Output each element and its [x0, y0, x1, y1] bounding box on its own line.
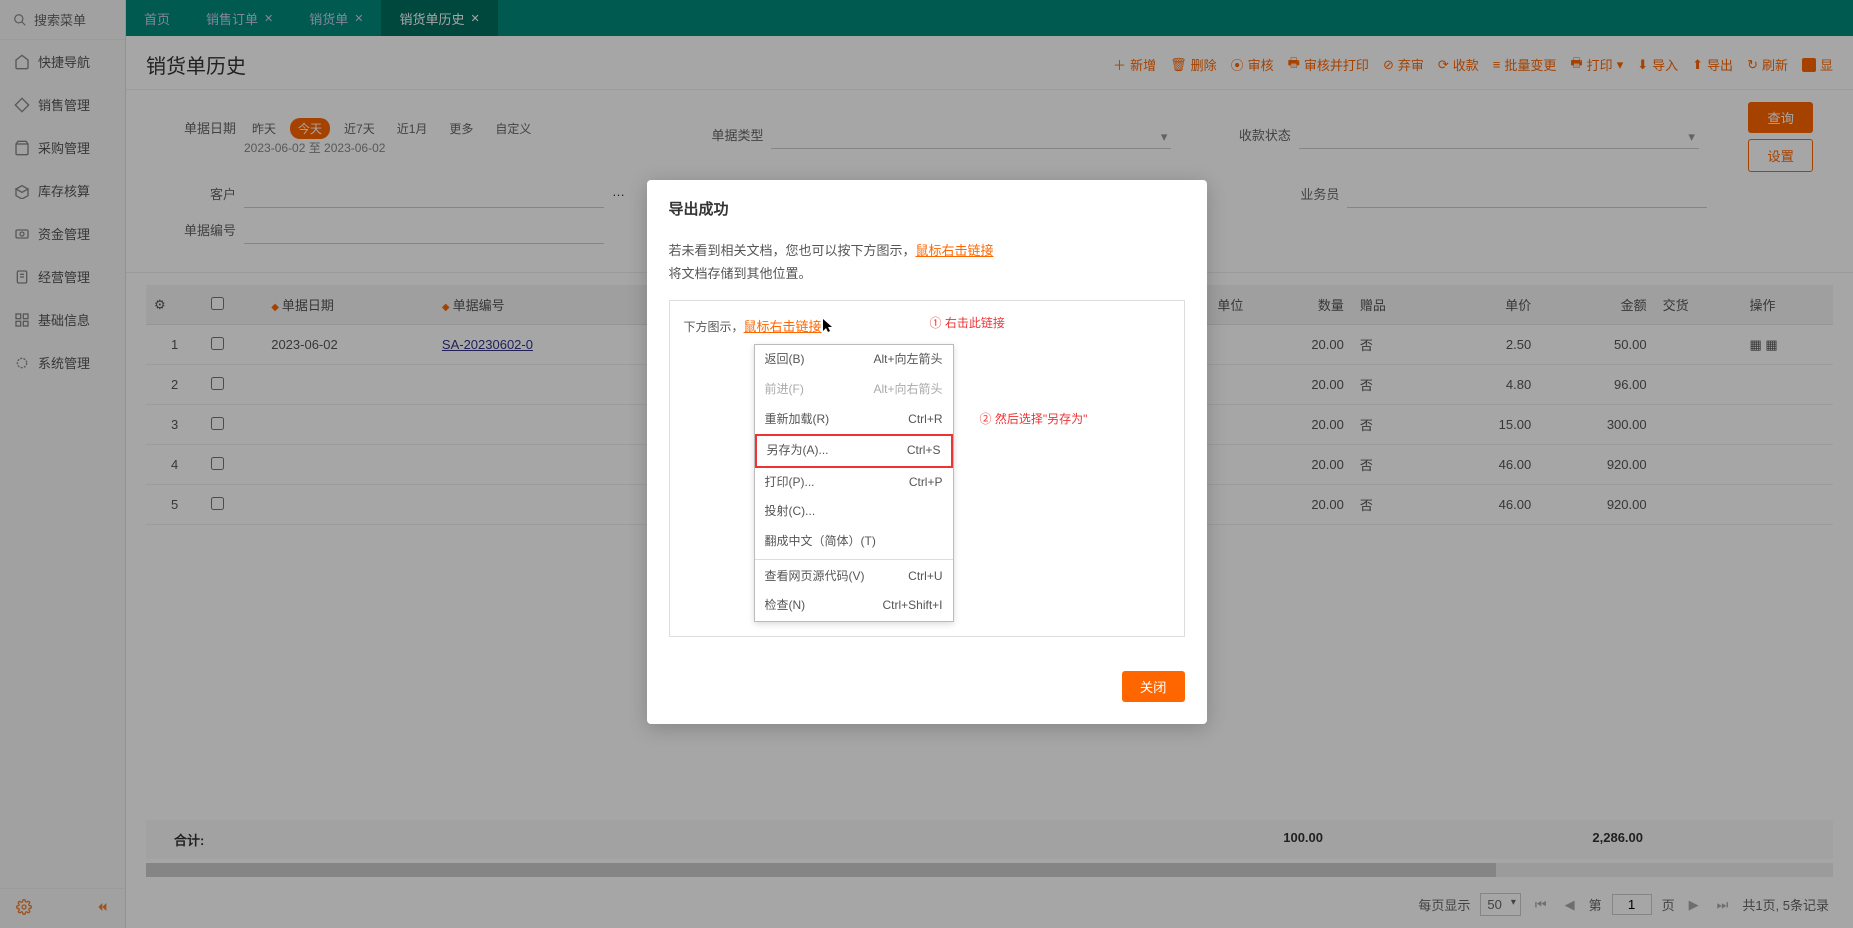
menu-item: 翻成中文（简体）(T) — [755, 527, 953, 557]
menu-item: 前进(F)Alt+向右箭头 — [755, 375, 953, 405]
menu-item: 重新加载(R)Ctrl+R — [755, 405, 953, 435]
annotation-1: ① 右击此链接 — [930, 313, 1005, 335]
guide-box: ① 右击此链接 ② 然后选择"另存为" 下方图示，鼠标右击链接 返回(B)Alt… — [669, 300, 1185, 637]
menu-item: 另存为(A)...Ctrl+S — [755, 434, 953, 468]
context-menu-illustration: 返回(B)Alt+向左箭头前进(F)Alt+向右箭头重新加载(R)Ctrl+R另… — [754, 344, 954, 621]
menu-item: 查看网页源代码(V)Ctrl+U — [755, 562, 953, 592]
modal-link[interactable]: 鼠标右击链接 — [916, 243, 994, 258]
menu-item: 检查(N)Ctrl+Shift+I — [755, 591, 953, 621]
guide-text: 下方图示， — [684, 320, 744, 334]
close-button[interactable]: 关闭 — [1122, 671, 1185, 702]
annotation-2: ② 然后选择"另存为" — [980, 409, 1088, 431]
modal-overlay: 导出成功 若未看到相关文档，您也可以按下方图示，鼠标右击链接 将文档存储到其他位… — [0, 0, 1853, 928]
guide-link: 鼠标右击链接 — [744, 319, 822, 334]
modal-text2: 将文档存储到其他位置。 — [669, 262, 1185, 285]
menu-item: 返回(B)Alt+向左箭头 — [755, 345, 953, 375]
modal-title: 导出成功 — [647, 180, 1207, 227]
menu-item: 投射(C)... — [755, 497, 953, 527]
export-success-modal: 导出成功 若未看到相关文档，您也可以按下方图示，鼠标右击链接 将文档存储到其他位… — [647, 180, 1207, 724]
modal-footer: 关闭 — [647, 657, 1207, 724]
modal-body: 若未看到相关文档，您也可以按下方图示，鼠标右击链接 将文档存储到其他位置。 ① … — [647, 227, 1207, 657]
modal-text1: 若未看到相关文档，您也可以按下方图示， — [669, 243, 916, 258]
cursor-icon — [823, 321, 833, 336]
menu-item: 打印(P)...Ctrl+P — [755, 468, 953, 498]
